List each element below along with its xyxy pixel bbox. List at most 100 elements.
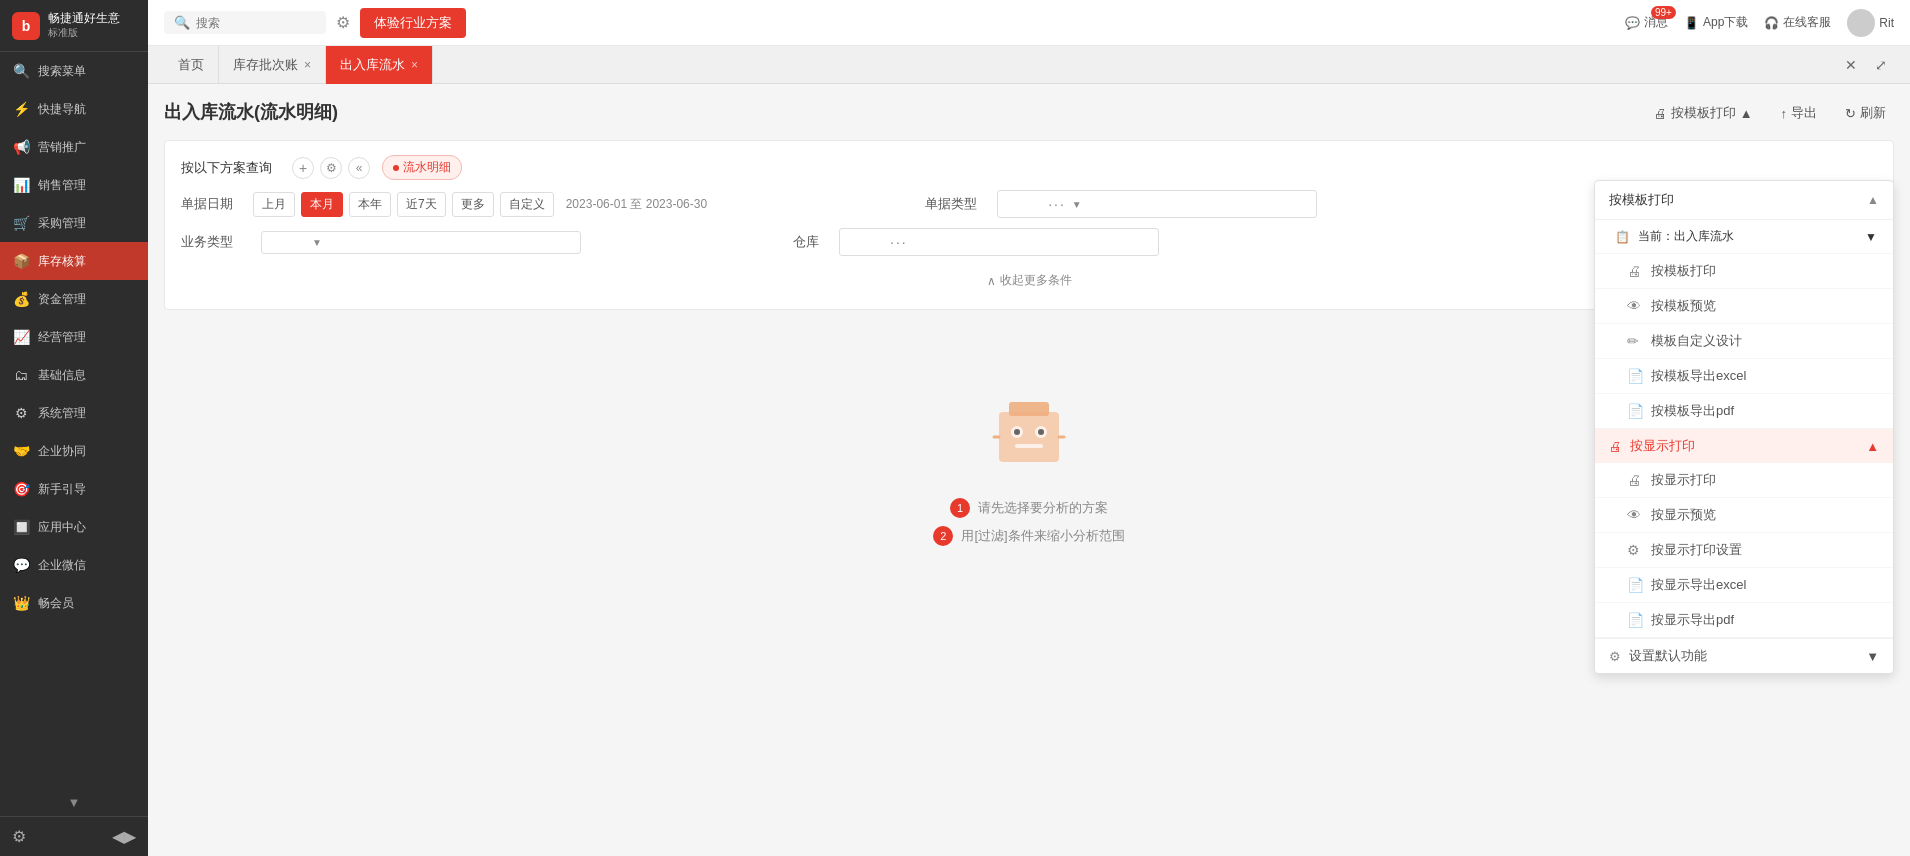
tab-close-button[interactable]: ✕ bbox=[1838, 52, 1864, 78]
tab-home[interactable]: 首页 bbox=[164, 46, 219, 84]
date-btn-this-year[interactable]: 本年 bbox=[349, 192, 391, 217]
date-btn-7days[interactable]: 近7天 bbox=[397, 192, 446, 217]
dropdown-template-export-pdf[interactable]: 📄 按模板导出pdf bbox=[1595, 394, 1893, 429]
tab-flow[interactable]: 出入库流水 × bbox=[326, 46, 433, 84]
username: Rit bbox=[1879, 16, 1894, 30]
dropdown-collapse-icon[interactable]: ▲ bbox=[1867, 193, 1879, 207]
dropdown-template-export-excel[interactable]: 📄 按模板导出excel bbox=[1595, 359, 1893, 394]
bill-type-select[interactable]: ··· ▼ bbox=[997, 190, 1317, 218]
sidebar-item-collab[interactable]: 🤝 企业协同 bbox=[0, 432, 148, 470]
app-name: 畅捷通好生意 bbox=[48, 11, 120, 27]
filter-add-button[interactable]: + bbox=[292, 157, 314, 179]
app-download-button[interactable]: 📱 App下载 bbox=[1684, 14, 1748, 31]
print-label: 按模板打印 bbox=[1671, 104, 1736, 122]
basic-icon: 🗂 bbox=[12, 366, 30, 384]
filter-row-header: 按以下方案查询 + ⚙ « 流水明细 bbox=[181, 155, 1877, 180]
bill-type-label: 单据类型 bbox=[925, 195, 977, 213]
sidebar-item-purchase[interactable]: 🛒 采购管理 bbox=[0, 204, 148, 242]
warehouse-select[interactable]: ··· bbox=[839, 228, 1159, 256]
finance-icon: 💰 bbox=[12, 290, 30, 308]
sidebar-item-marketing[interactable]: 📢 营销推广 bbox=[0, 128, 148, 166]
customer-service-button[interactable]: 🎧 在线客服 bbox=[1764, 14, 1831, 31]
app-download-label: App下载 bbox=[1703, 14, 1748, 31]
date-btn-last-month[interactable]: 上月 bbox=[253, 192, 295, 217]
dropdown-title: 按模板打印 bbox=[1609, 191, 1674, 209]
sidebar-scroll-down[interactable]: ▼ bbox=[0, 789, 148, 816]
tab-batch-close-icon[interactable]: × bbox=[304, 58, 311, 72]
sidebar-item-system[interactable]: ⚙ 系统管理 bbox=[0, 394, 148, 432]
sidebar-item-label: 搜索菜单 bbox=[38, 63, 86, 80]
user-profile[interactable]: Rit bbox=[1847, 9, 1894, 37]
inventory-icon: 📦 bbox=[12, 252, 30, 270]
dropdown-template-custom[interactable]: ✏ 模板自定义设计 bbox=[1595, 324, 1893, 359]
sidebar-item-basic[interactable]: 🗂 基础信息 bbox=[0, 356, 148, 394]
template-export-excel-label: 按模板导出excel bbox=[1651, 367, 1746, 385]
dropdown-footer-set-default[interactable]: ⚙ 设置默认功能 ▼ bbox=[1595, 638, 1893, 673]
apps-icon: 🔲 bbox=[12, 518, 30, 536]
dropdown-display-print-settings[interactable]: ⚙ 按显示打印设置 bbox=[1595, 533, 1893, 568]
settings-icon[interactable]: ⚙ bbox=[12, 827, 26, 846]
date-btn-more[interactable]: 更多 bbox=[452, 192, 494, 217]
sidebar-item-wechat[interactable]: 💬 企业微信 bbox=[0, 546, 148, 584]
sidebar-item-finance[interactable]: 💰 资金管理 bbox=[0, 280, 148, 318]
sidebar-item-label: 基础信息 bbox=[38, 367, 86, 384]
trial-button[interactable]: 体验行业方案 bbox=[360, 8, 466, 38]
dropdown-current-icon: 📋 bbox=[1615, 230, 1630, 244]
sidebar-item-inventory[interactable]: 📦 库存核算 bbox=[0, 242, 148, 280]
display-print-settings-label: 按显示打印设置 bbox=[1651, 541, 1742, 559]
export-button[interactable]: ↑ 导出 bbox=[1773, 100, 1826, 126]
sidebar-item-label: 营销推广 bbox=[38, 139, 86, 156]
tab-expand-button[interactable]: ⤢ bbox=[1868, 52, 1894, 78]
message-button[interactable]: 💬 消息 99+ bbox=[1625, 14, 1668, 31]
export-label: 导出 bbox=[1791, 104, 1817, 122]
select-chevron-down-icon: ▼ bbox=[1072, 199, 1082, 210]
search-input[interactable] bbox=[196, 16, 316, 30]
print-button[interactable]: 🖨 按模板打印 ▲ bbox=[1646, 100, 1761, 126]
display-export-pdf-label: 按显示导出pdf bbox=[1651, 611, 1734, 629]
topbar-gear-icon[interactable]: ⚙ bbox=[336, 13, 350, 32]
members-icon: 👑 bbox=[12, 594, 30, 612]
refresh-button[interactable]: ↻ 刷新 bbox=[1837, 100, 1894, 126]
template-print-icon: 🖨 bbox=[1627, 263, 1643, 279]
date-btn-custom[interactable]: 自定义 bbox=[500, 192, 554, 217]
collapse-sidebar-icon[interactable]: ◀▶ bbox=[112, 827, 136, 846]
tab-flow-close-icon[interactable]: × bbox=[411, 58, 418, 72]
sidebar-item-quicknav[interactable]: ⚡ 快捷导航 bbox=[0, 90, 148, 128]
dropdown-display-preview[interactable]: 👁 按显示预览 bbox=[1595, 498, 1893, 533]
sidebar-item-sales[interactable]: 📊 销售管理 bbox=[0, 166, 148, 204]
dropdown-current-item[interactable]: 📋 当前：出入库流水 ▼ bbox=[1595, 220, 1893, 254]
svg-point-5 bbox=[1038, 429, 1044, 435]
filter-gear-button[interactable]: ⚙ bbox=[320, 157, 342, 179]
refresh-label: 刷新 bbox=[1860, 104, 1886, 122]
tab-batch[interactable]: 库存批次账 × bbox=[219, 46, 326, 84]
sidebar-item-label: 快捷导航 bbox=[38, 101, 86, 118]
filter-tag[interactable]: 流水明细 bbox=[382, 155, 462, 180]
operations-icon: 📈 bbox=[12, 328, 30, 346]
dropdown-template-print[interactable]: 🖨 按模板打印 bbox=[1595, 254, 1893, 289]
sidebar-item-label: 企业协同 bbox=[38, 443, 86, 460]
dropdown-template-preview[interactable]: 👁 按模板预览 bbox=[1595, 289, 1893, 324]
sidebar-item-label: 资金管理 bbox=[38, 291, 86, 308]
filter-collapse-button[interactable]: « bbox=[348, 157, 370, 179]
dropdown-display-print[interactable]: 🖨 按显示打印 bbox=[1595, 463, 1893, 498]
tabbar-right-actions: ✕ ⤢ bbox=[1838, 52, 1894, 78]
sidebar-item-label: 系统管理 bbox=[38, 405, 86, 422]
topbar-search-box[interactable]: 🔍 bbox=[164, 11, 326, 34]
dropdown-display-export-pdf[interactable]: 📄 按显示导出pdf bbox=[1595, 603, 1893, 638]
sidebar-item-members[interactable]: 👑 畅会员 bbox=[0, 584, 148, 622]
sidebar-item-guide[interactable]: 🎯 新手引导 bbox=[0, 470, 148, 508]
warehouse-dots: ··· bbox=[890, 234, 908, 250]
date-btn-this-month[interactable]: 本月 bbox=[301, 192, 343, 217]
message-icon: 💬 bbox=[1625, 16, 1640, 30]
sidebar-item-search[interactable]: 🔍 搜索菜单 bbox=[0, 52, 148, 90]
sidebar-item-operations[interactable]: 📈 经营管理 bbox=[0, 318, 148, 356]
dropdown-display-section[interactable]: 🖨 按显示打印 ▲ bbox=[1595, 429, 1893, 463]
sidebar-item-apps[interactable]: 🔲 应用中心 bbox=[0, 508, 148, 546]
page-title: 出入库流水(流水明细) bbox=[164, 100, 1894, 124]
export-icon: ↑ bbox=[1781, 106, 1788, 121]
dropdown-display-export-excel[interactable]: 📄 按显示导出excel bbox=[1595, 568, 1893, 603]
business-type-select[interactable]: ▼ bbox=[261, 231, 581, 254]
marketing-icon: 📢 bbox=[12, 138, 30, 156]
topbar-right: 💬 消息 99+ 📱 App下载 🎧 在线客服 Rit bbox=[1625, 9, 1894, 37]
message-badge: 99+ bbox=[1651, 6, 1676, 19]
